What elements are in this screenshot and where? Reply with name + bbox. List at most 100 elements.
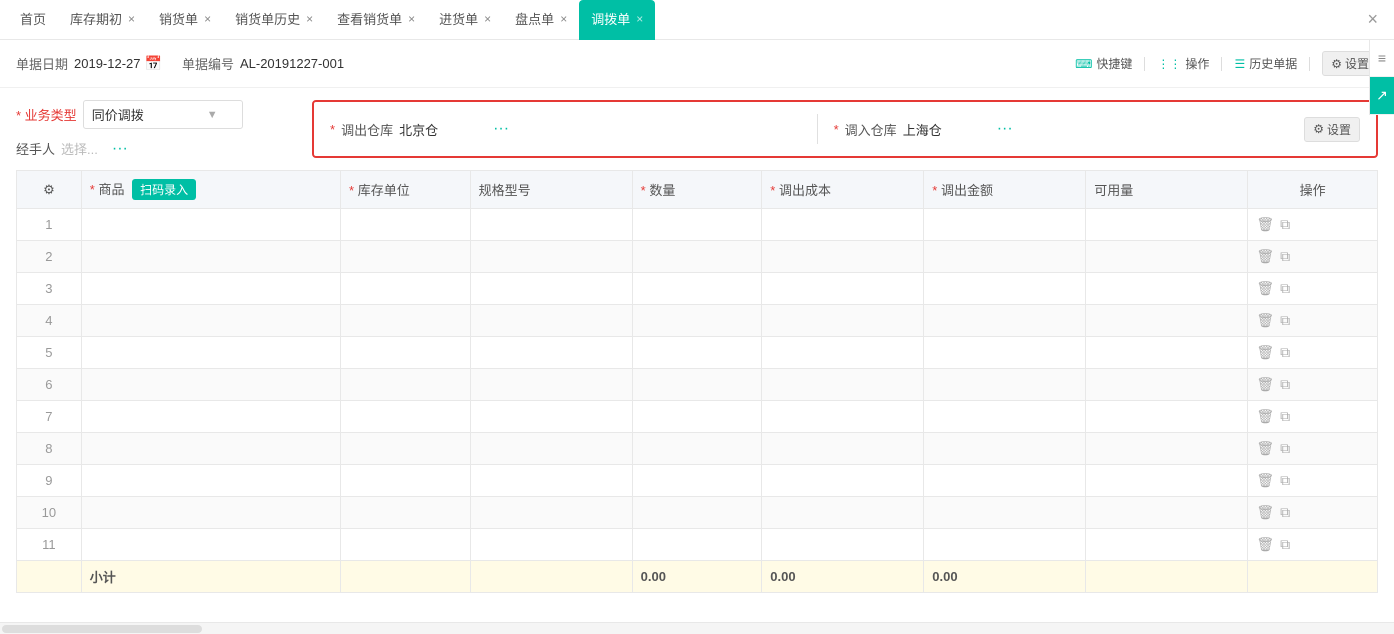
row-amount[interactable] [924, 401, 1086, 433]
person-more-icon[interactable]: ··· [112, 140, 128, 158]
table-gear-icon[interactable]: ⚙ [43, 182, 55, 197]
row-cost[interactable] [762, 529, 924, 561]
row-amount[interactable] [924, 209, 1086, 241]
row-qty[interactable] [632, 305, 762, 337]
copy-icon[interactable]: ⧉ [1280, 408, 1290, 425]
delete-icon[interactable]: 🗑 [1256, 280, 1274, 297]
row-qty[interactable] [632, 241, 762, 273]
tab-inventory-count[interactable]: 盘点单 × [503, 0, 579, 40]
row-spec[interactable] [470, 369, 632, 401]
row-amount[interactable] [924, 369, 1086, 401]
row-unit[interactable] [341, 401, 471, 433]
copy-icon[interactable]: ⧉ [1280, 216, 1290, 233]
row-goods[interactable] [81, 433, 340, 465]
row-unit[interactable] [341, 273, 471, 305]
row-cost[interactable] [762, 401, 924, 433]
row-goods[interactable] [81, 241, 340, 273]
row-qty[interactable] [632, 273, 762, 305]
tab-purchase-order[interactable]: 进货单 × [427, 0, 503, 40]
target-warehouse-more-icon[interactable]: ··· [997, 120, 1013, 138]
copy-icon[interactable]: ⧉ [1280, 376, 1290, 393]
row-goods[interactable] [81, 497, 340, 529]
warehouse-setting-button[interactable]: ⚙ 设置 [1304, 117, 1360, 142]
row-unit[interactable] [341, 337, 471, 369]
row-spec[interactable] [470, 497, 632, 529]
copy-icon[interactable]: ⧉ [1280, 280, 1290, 297]
delete-icon[interactable]: 🗑 [1256, 312, 1274, 329]
copy-icon[interactable]: ⧉ [1280, 344, 1290, 361]
tab-view-sales[interactable]: 查看销货单 × [325, 0, 427, 40]
row-amount[interactable] [924, 465, 1086, 497]
row-qty[interactable] [632, 465, 762, 497]
row-goods[interactable] [81, 209, 340, 241]
row-spec[interactable] [470, 401, 632, 433]
row-qty[interactable] [632, 209, 762, 241]
row-goods[interactable] [81, 401, 340, 433]
row-cost[interactable] [762, 337, 924, 369]
row-amount[interactable] [924, 529, 1086, 561]
person-select[interactable]: 选择... [61, 139, 98, 158]
copy-icon[interactable]: ⧉ [1280, 440, 1290, 457]
tab-close-transfer-order[interactable]: × [636, 12, 643, 26]
row-unit[interactable] [341, 209, 471, 241]
row-amount[interactable] [924, 305, 1086, 337]
shortcut-btn[interactable]: ⌨ 快捷键 [1075, 55, 1132, 72]
scrollbar-area[interactable] [0, 622, 1394, 634]
row-goods[interactable] [81, 369, 340, 401]
row-cost[interactable] [762, 305, 924, 337]
tab-sales-history[interactable]: 销货单历史 × [223, 0, 325, 40]
row-cost[interactable] [762, 497, 924, 529]
delete-icon[interactable]: 🗑 [1256, 248, 1274, 265]
col-gear[interactable]: ⚙ [17, 171, 82, 209]
row-spec[interactable] [470, 465, 632, 497]
tab-transfer-order[interactable]: 调拨单 × [579, 0, 655, 40]
tab-close-sales-history[interactable]: × [306, 12, 313, 26]
row-spec[interactable] [470, 305, 632, 337]
row-cost[interactable] [762, 273, 924, 305]
tab-close-inventory-init[interactable]: × [128, 12, 135, 26]
row-goods[interactable] [81, 305, 340, 337]
row-amount[interactable] [924, 497, 1086, 529]
row-unit[interactable] [341, 465, 471, 497]
row-spec[interactable] [470, 433, 632, 465]
row-amount[interactable] [924, 433, 1086, 465]
row-unit[interactable] [341, 369, 471, 401]
delete-icon[interactable]: 🗑 [1256, 344, 1274, 361]
row-unit[interactable] [341, 305, 471, 337]
row-goods[interactable] [81, 273, 340, 305]
tab-close-sales-order[interactable]: × [204, 12, 211, 26]
row-goods[interactable] [81, 337, 340, 369]
delete-icon[interactable]: 🗑 [1256, 472, 1274, 489]
row-cost[interactable] [762, 209, 924, 241]
source-warehouse-more-icon[interactable]: ··· [493, 120, 509, 138]
row-qty[interactable] [632, 369, 762, 401]
scan-button[interactable]: 扫码录入 [132, 179, 196, 200]
row-qty[interactable] [632, 529, 762, 561]
row-goods[interactable] [81, 465, 340, 497]
calendar-icon[interactable]: 📅 [145, 55, 162, 72]
row-qty[interactable] [632, 401, 762, 433]
row-cost[interactable] [762, 465, 924, 497]
copy-icon[interactable]: ⧉ [1280, 248, 1290, 265]
tab-home[interactable]: 首页 [8, 0, 58, 40]
row-qty[interactable] [632, 497, 762, 529]
row-qty[interactable] [632, 337, 762, 369]
biz-type-select[interactable]: 同价调拨 ▼ [83, 100, 243, 129]
row-spec[interactable] [470, 241, 632, 273]
tab-sales-order[interactable]: 销货单 × [147, 0, 223, 40]
row-unit[interactable] [341, 497, 471, 529]
delete-icon[interactable]: 🗑 [1256, 536, 1274, 553]
row-unit[interactable] [341, 241, 471, 273]
window-close-button[interactable]: × [1359, 9, 1386, 30]
row-spec[interactable] [470, 209, 632, 241]
delete-icon[interactable]: 🗑 [1256, 504, 1274, 521]
history-btn[interactable]: ☰ 历史单据 [1234, 55, 1297, 72]
delete-icon[interactable]: 🗑 [1256, 376, 1274, 393]
action-btn[interactable]: ⋮⋮ 操作 [1157, 55, 1209, 72]
row-qty[interactable] [632, 433, 762, 465]
scrollbar-thumb[interactable] [2, 625, 202, 633]
copy-icon[interactable]: ⧉ [1280, 536, 1290, 553]
tab-close-purchase-order[interactable]: × [484, 12, 491, 26]
tab-close-inventory-count[interactable]: × [560, 12, 567, 26]
copy-icon[interactable]: ⧉ [1280, 504, 1290, 521]
